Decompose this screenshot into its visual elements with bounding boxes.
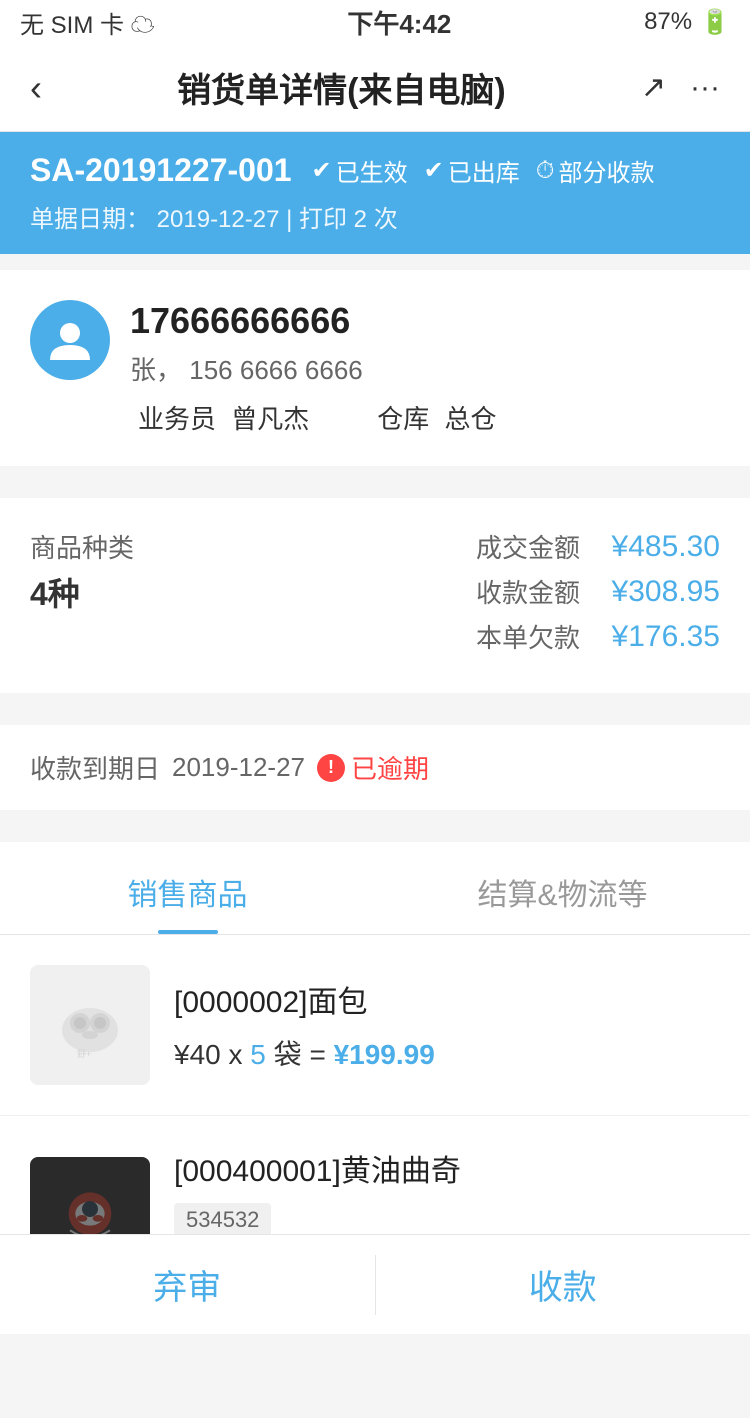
bottom-bar: 弃审 收款: [0, 1234, 750, 1334]
status-bar: 无 SIM 卡 ☁ 下午4:42 87% 🔋: [0, 0, 750, 44]
customer-id: 17666666666: [130, 300, 720, 342]
customer-info: 17666666666 张， 156 6666 6666 业务员 曾凡杰 仓库 …: [130, 300, 720, 436]
collect-payment-button[interactable]: 收款: [376, 1235, 750, 1334]
nav-actions: ↗ ···: [641, 70, 720, 105]
arrears-row: 本单欠款 ¥176.35: [476, 618, 720, 655]
banner-tags: ✔ 已生效 ✔ 已出库 ⏱ 部分收款: [312, 153, 655, 188]
battery-label: 87%: [644, 8, 692, 36]
category-label: 商品种类: [30, 528, 134, 565]
tag-effective: ✔ 已生效: [312, 153, 408, 188]
clock-icon: ⏱: [536, 157, 555, 185]
salesman-field: 业务员 曾凡杰: [130, 399, 309, 436]
battery-icon: 🔋: [700, 8, 730, 37]
product-info-1: [0000002]面包 ¥40 x 5 袋 = ¥199.99: [174, 977, 720, 1073]
back-button[interactable]: ‹: [30, 67, 42, 109]
product-total-1: ¥199.99: [334, 1039, 435, 1070]
banner-date: 单据日期： 2019-12-27 | 打印 2 次: [30, 199, 720, 234]
product-name-1: [0000002]面包: [174, 977, 720, 1021]
more-icon[interactable]: ···: [690, 71, 720, 105]
order-number: SA-20191227-001: [30, 152, 292, 189]
tag-shipped: ✔ 已出库: [424, 153, 520, 188]
category-value: 4种: [30, 569, 134, 615]
tag-partial-payment: ⏱ 部分收款: [536, 153, 655, 188]
product-badge-2: 534532: [174, 1203, 271, 1237]
overdue-badge: ! 已逾期: [317, 749, 429, 786]
summary-section: 商品种类 4种 成交金额 ¥485.30 收款金额 ¥308.95 本单欠款 ¥…: [0, 498, 750, 693]
tab-settlement[interactable]: 结算&物流等: [375, 842, 750, 934]
cancel-review-button[interactable]: 弃审: [0, 1235, 375, 1334]
customer-avatar: [30, 300, 110, 380]
header-banner: SA-20191227-001 ✔ 已生效 ✔ 已出库 ⏱ 部分收款 单据日期：…: [0, 132, 750, 254]
due-section: 收款到期日 2019-12-27 ! 已逾期: [0, 725, 750, 810]
customer-section: 17666666666 张， 156 6666 6666 业务员 曾凡杰 仓库 …: [0, 270, 750, 466]
check-icon-2: ✔: [424, 156, 444, 185]
status-right: 87% 🔋: [644, 8, 730, 37]
received-label: 收款金额: [476, 573, 580, 610]
due-date: 2019-12-27: [172, 752, 305, 783]
tabs-bar: 销售商品 结算&物流等: [0, 842, 750, 935]
customer-name-phone: 张， 156 6666 6666: [130, 350, 720, 387]
product-item: 野+ [0000002]面包 ¥40 x 5 袋 = ¥199.99: [0, 935, 750, 1116]
deal-amount-row: 成交金额 ¥485.30: [476, 528, 720, 565]
status-left: 无 SIM 卡 ☁: [20, 5, 155, 40]
sim-label: 无 SIM 卡 ☁: [20, 5, 155, 40]
banner-top: SA-20191227-001 ✔ 已生效 ✔ 已出库 ⏱ 部分收款: [30, 152, 720, 189]
product-owl-icon: 野+: [50, 985, 130, 1065]
product-image-1: 野+: [30, 965, 150, 1085]
nav-bar: ‹ 销货单详情(来自电脑) ↗ ···: [0, 44, 750, 132]
avatar-icon: [45, 315, 95, 365]
page-title: 销货单详情(来自电脑): [177, 63, 506, 112]
deal-amount-label: 成交金额: [476, 528, 580, 565]
tab-sales-products[interactable]: 销售商品: [0, 842, 375, 934]
customer-meta: 业务员 曾凡杰 仓库 总仓: [130, 399, 720, 436]
arrears-label: 本单欠款: [476, 618, 580, 655]
arrears-value: ¥176.35: [600, 620, 720, 654]
due-label: 收款到期日: [30, 749, 160, 786]
check-icon-1: ✔: [312, 156, 332, 185]
product-qty-1: 5: [250, 1039, 266, 1070]
deal-amount-value: ¥485.30: [600, 530, 720, 564]
summary-left: 商品种类 4种: [30, 528, 134, 615]
overdue-icon: !: [317, 754, 345, 782]
share-icon[interactable]: ↗: [641, 70, 666, 105]
warehouse-field: 仓库 总仓: [369, 399, 496, 436]
svg-text:野+: 野+: [77, 1049, 91, 1059]
status-time: 下午4:42: [347, 4, 451, 41]
product-name-2: [000400001]黄油曲奇: [174, 1146, 720, 1190]
product-price-1: ¥40 x 5 袋 = ¥199.99: [174, 1033, 720, 1073]
received-row: 收款金额 ¥308.95: [476, 573, 720, 610]
overdue-text: 已逾期: [351, 749, 429, 786]
summary-right: 成交金额 ¥485.30 收款金额 ¥308.95 本单欠款 ¥176.35: [476, 528, 720, 663]
received-value: ¥308.95: [600, 575, 720, 609]
